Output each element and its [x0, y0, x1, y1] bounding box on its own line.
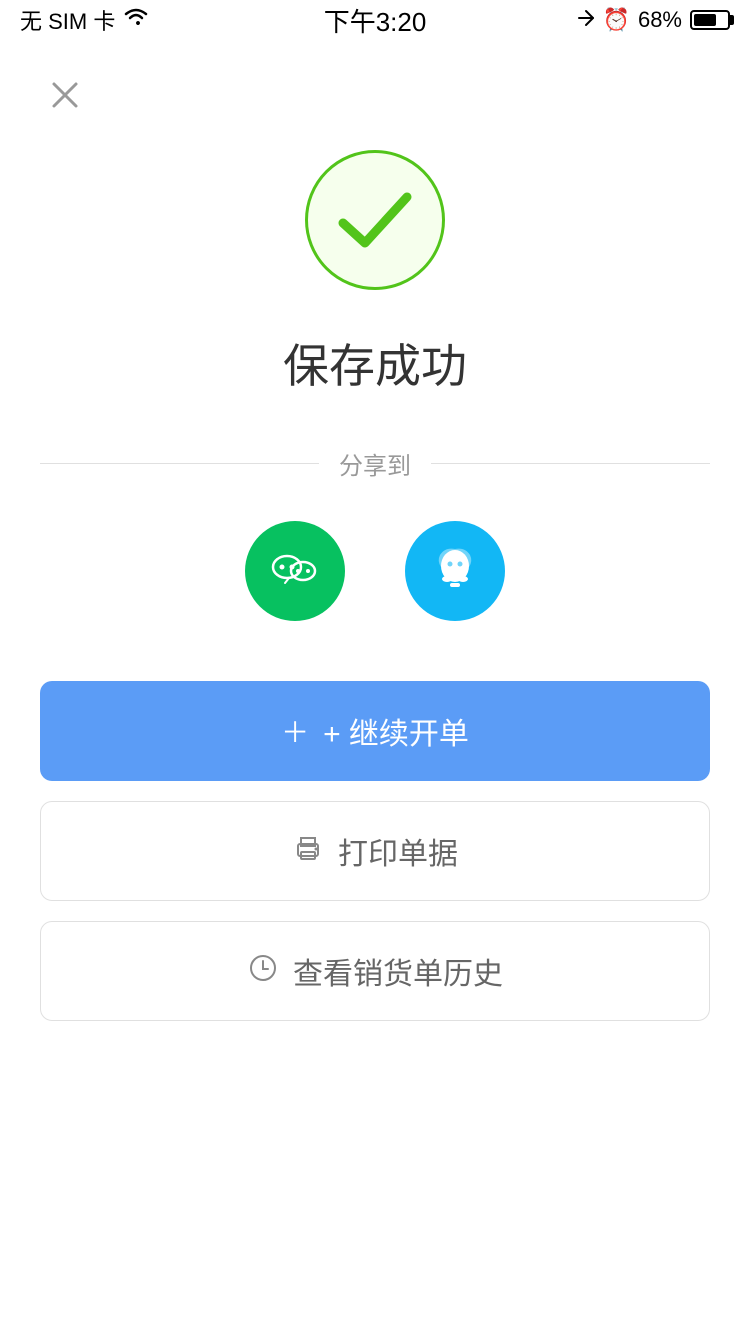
location-icon — [577, 7, 595, 33]
wechat-share-button[interactable] — [245, 521, 345, 621]
battery-percentage: 68% — [638, 7, 682, 33]
no-sim-text: 无 SIM 卡 — [20, 4, 115, 36]
history-icon — [247, 952, 279, 991]
actions: ＋ + 继续开单 打印单据 查看销货单历史 — [0, 681, 750, 1021]
share-label: 分享到 — [319, 446, 431, 481]
close-area — [0, 40, 750, 130]
wifi-icon — [123, 7, 149, 33]
wechat-icon — [265, 541, 325, 601]
print-label: 打印单据 — [338, 829, 458, 873]
plus-icon: ＋ — [281, 711, 309, 751]
print-button[interactable]: 打印单据 — [40, 801, 710, 901]
status-bar: 无 SIM 卡 下午3:20 ⏰ 68% — [0, 0, 750, 40]
success-section: 保存成功 — [0, 130, 750, 446]
qq-icon — [425, 541, 485, 601]
checkmark-icon — [335, 185, 415, 255]
qq-share-button[interactable] — [405, 521, 505, 621]
continue-label: + 继续开单 — [323, 709, 469, 753]
continue-button[interactable]: ＋ + 继续开单 — [40, 681, 710, 781]
success-title: 保存成功 — [283, 330, 467, 396]
status-time: 下午3:20 — [324, 2, 427, 39]
close-icon — [50, 80, 80, 110]
history-label: 查看销货单历史 — [293, 949, 503, 993]
status-right: ⏰ 68% — [577, 7, 730, 33]
print-icon — [292, 832, 324, 871]
battery-icon — [690, 10, 730, 30]
share-divider: 分享到 — [0, 446, 750, 481]
share-icons — [0, 521, 750, 681]
status-left: 无 SIM 卡 — [20, 4, 149, 36]
close-button[interactable] — [40, 70, 90, 120]
history-button[interactable]: 查看销货单历史 — [40, 921, 710, 1021]
alarm-icon: ⏰ — [603, 7, 630, 33]
success-circle — [305, 150, 445, 290]
